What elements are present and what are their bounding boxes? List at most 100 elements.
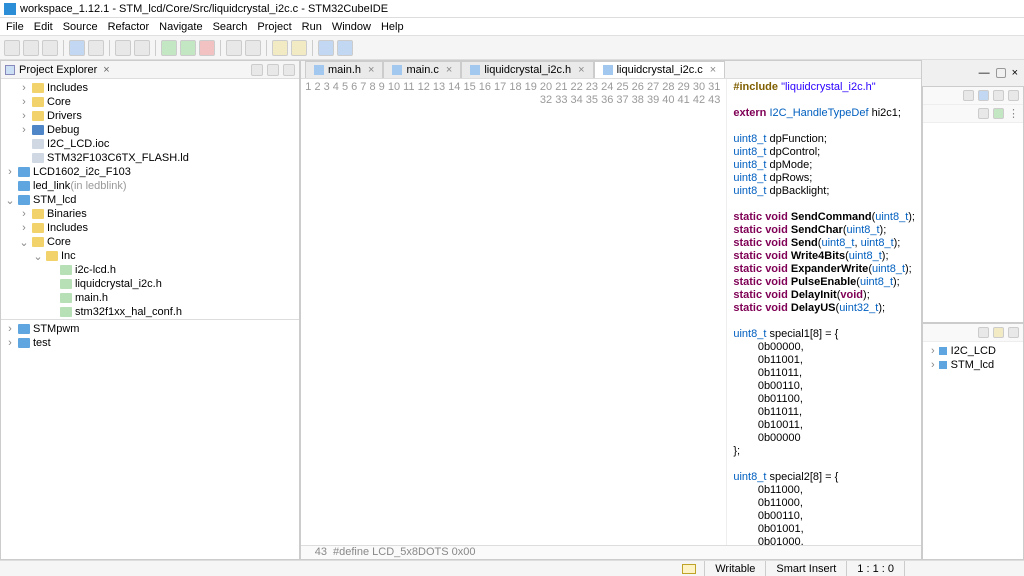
project-tree-secondary[interactable]: ›STMpwm›test <box>1 320 299 560</box>
editor-tab[interactable]: main.c× <box>383 61 461 78</box>
nav-back-icon[interactable] <box>272 40 288 56</box>
menu-run[interactable]: Run <box>302 21 322 33</box>
run-icon[interactable] <box>180 40 196 56</box>
tree-label: liquidcrystal_i2c.h <box>75 278 162 290</box>
twisty-icon[interactable]: ⌄ <box>19 236 29 249</box>
tree-node[interactable]: ⌄STM_lcd <box>1 193 299 207</box>
twisty-icon[interactable]: › <box>931 345 935 357</box>
status-cursor-pos: 1 : 1 : 0 <box>846 561 904 576</box>
ext-tools-icon[interactable] <box>226 40 242 56</box>
build-icon[interactable] <box>69 40 85 56</box>
close-tab-icon[interactable]: × <box>710 64 716 76</box>
close-tab-icon[interactable]: × <box>368 64 374 76</box>
file-icon <box>314 65 324 75</box>
twisty-icon[interactable]: ⌄ <box>5 194 15 207</box>
twisty-icon[interactable]: › <box>931 359 935 371</box>
editor-tab[interactable]: main.h× <box>305 61 383 78</box>
sync-icon[interactable] <box>993 108 1004 119</box>
open-perspective-icon[interactable] <box>337 40 353 56</box>
tree-node[interactable]: ›Includes <box>1 221 299 235</box>
tree-node[interactable]: ⌄Core <box>1 235 299 249</box>
editor-tab[interactable]: liquidcrystal_i2c.c× <box>594 61 726 78</box>
nav-fwd-icon[interactable] <box>291 40 307 56</box>
code-editor[interactable]: 1 2 3 4 5 6 7 8 9 10 11 12 13 14 15 16 1… <box>301 79 921 545</box>
tree-node[interactable]: ›Debug <box>1 123 299 137</box>
tree-node[interactable]: ›Binaries <box>1 207 299 221</box>
tree-node[interactable]: led_link (in ledblink) <box>1 179 299 193</box>
filter-icon[interactable] <box>978 108 989 119</box>
tree-label: main.h <box>75 292 108 304</box>
refresh-icon[interactable] <box>993 327 1004 338</box>
tree-node[interactable]: ›Core <box>1 95 299 109</box>
editor-tab[interactable]: liquidcrystal_i2c.h× <box>461 61 593 78</box>
twisty-icon[interactable]: › <box>19 222 29 234</box>
menu-refactor[interactable]: Refactor <box>108 21 150 33</box>
twisty-icon[interactable]: › <box>19 82 29 94</box>
perspective-icon[interactable] <box>318 40 334 56</box>
rss-icon[interactable] <box>1008 327 1019 338</box>
target-icon[interactable] <box>115 40 131 56</box>
outline-item[interactable]: ›STM_lcd <box>923 358 1023 372</box>
menu-help[interactable]: Help <box>381 21 404 33</box>
build-targets-icon[interactable] <box>993 90 1004 101</box>
tree-node[interactable]: ›Includes <box>1 81 299 95</box>
close-window-icon[interactable]: × <box>1012 67 1018 79</box>
menu-window[interactable]: Window <box>332 21 371 33</box>
hammer-icon[interactable] <box>88 40 104 56</box>
prj-icon <box>18 338 30 348</box>
menu-navigate[interactable]: Navigate <box>159 21 202 33</box>
new-icon[interactable] <box>4 40 20 56</box>
chip-icon[interactable] <box>134 40 150 56</box>
tree-node[interactable]: STM32F103C6TX_FLASH.ld <box>1 151 299 165</box>
outline-item[interactable]: ›I2C_LCD <box>923 344 1023 358</box>
outline-tree[interactable]: ›I2C_LCD›STM_lcd <box>923 342 1023 372</box>
tree-node[interactable]: I2C_LCD.ioc <box>1 137 299 151</box>
tree-node[interactable]: i2c-lcd.h <box>1 263 299 277</box>
menu-edit[interactable]: Edit <box>34 21 53 33</box>
file-icon <box>603 65 613 75</box>
code-content[interactable]: #include "liquidcrystal_i2c.h" extern I2… <box>727 79 921 545</box>
prj-icon <box>18 181 30 191</box>
twisty-icon[interactable]: › <box>19 110 29 122</box>
twisty-icon[interactable]: ⌄ <box>33 250 43 263</box>
tree-node[interactable]: ›test <box>1 336 299 350</box>
twisty-icon[interactable]: › <box>5 166 15 178</box>
twisty-icon[interactable]: › <box>19 208 29 220</box>
tree-node[interactable]: ⌄Inc <box>1 249 299 263</box>
outline-icon[interactable] <box>978 90 989 101</box>
home-icon[interactable] <box>978 327 989 338</box>
menu-project[interactable]: Project <box>257 21 291 33</box>
tree-node[interactable]: liquidcrystal_i2c.h <box>1 277 299 291</box>
save-all-icon[interactable] <box>42 40 58 56</box>
save-icon[interactable] <box>23 40 39 56</box>
tree-node[interactable]: stm32f1xx_hal_conf.h <box>1 305 299 319</box>
close-icon[interactable]: × <box>103 64 109 76</box>
tree-node[interactable]: ›Drivers <box>1 109 299 123</box>
more-icon[interactable]: ⋮ <box>1008 107 1019 120</box>
twisty-icon[interactable]: › <box>19 124 29 136</box>
menu-search[interactable]: Search <box>213 21 248 33</box>
twisty-icon[interactable]: › <box>5 337 15 349</box>
search-icon[interactable] <box>245 40 261 56</box>
menu-file[interactable]: File <box>6 21 24 33</box>
menu-source[interactable]: Source <box>63 21 98 33</box>
close-tab-icon[interactable]: × <box>446 64 452 76</box>
collapse-all-icon[interactable] <box>251 64 263 76</box>
stop-icon[interactable] <box>199 40 215 56</box>
tasks-icon[interactable] <box>1008 90 1019 101</box>
tree-node[interactable]: ›STMpwm <box>1 322 299 336</box>
debug-icon[interactable] <box>161 40 177 56</box>
twisty-icon[interactable]: › <box>5 323 15 335</box>
twisty-icon[interactable]: › <box>19 96 29 108</box>
project-tree[interactable]: ›Includes›Core›Drivers›DebugI2C_LCD.iocS… <box>1 79 299 320</box>
tree-node[interactable]: main.h <box>1 291 299 305</box>
view-menu-icon[interactable] <box>283 64 295 76</box>
link-editor-icon[interactable] <box>267 64 279 76</box>
tree-node[interactable]: ›LCD1602_i2c_F103 <box>1 165 299 179</box>
minimize-icon[interactable]: — <box>979 67 990 79</box>
menu-bar: File Edit Source Refactor Navigate Search Proj… <box>0 18 1024 36</box>
maximize-icon[interactable] <box>996 68 1006 78</box>
close-tab-icon[interactable]: × <box>578 64 584 76</box>
status-warning-icon[interactable] <box>682 564 696 574</box>
search-icon[interactable] <box>963 90 974 101</box>
